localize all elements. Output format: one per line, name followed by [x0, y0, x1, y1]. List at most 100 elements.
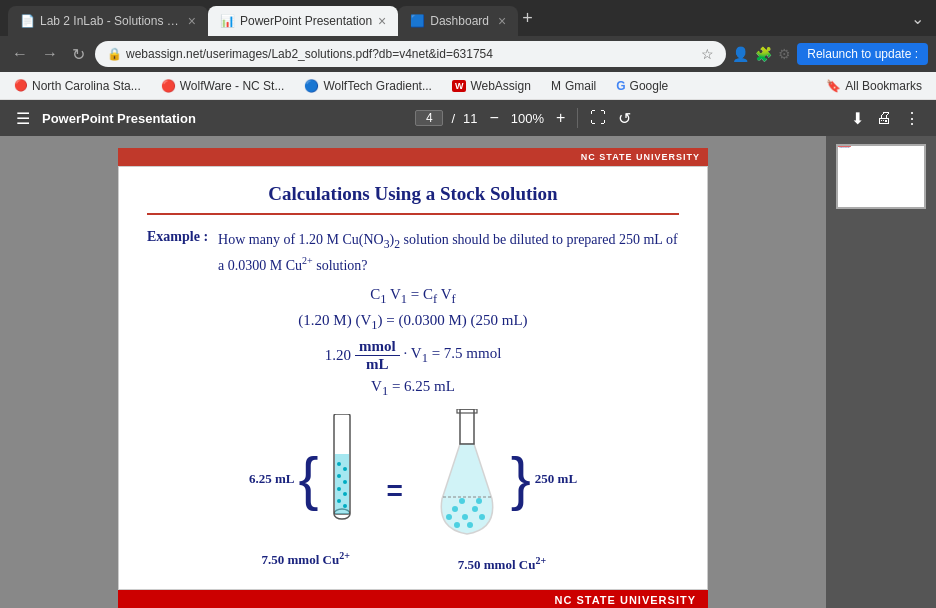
bookmark-wolftech-icon: 🔵 — [304, 79, 319, 93]
zoom-level: 100% — [511, 111, 544, 126]
right-diagram-brace-group: } 250 mL — [427, 409, 577, 549]
test-tube-svg — [322, 414, 362, 544]
tab-dashboard-icon: 🟦 — [410, 14, 424, 28]
slide-body: Calculations Using a Stock Solution Exam… — [118, 166, 708, 590]
relaunch-button[interactable]: Relaunch to update : — [797, 43, 928, 65]
svg-point-19 — [479, 514, 485, 520]
left-diagram-brace-group: 6.25 mL { — [249, 414, 363, 544]
back-button[interactable]: ← — [8, 43, 32, 65]
svg-point-3 — [337, 462, 341, 466]
bookmark-nc-state-icon: 🔴 — [14, 79, 28, 92]
svg-point-8 — [343, 492, 347, 496]
left-volume-label: 6.25 mL — [249, 471, 295, 487]
menu-button[interactable]: ☰ — [16, 109, 30, 128]
tab-bar-right: ⌄ — [907, 5, 928, 32]
right-mmol-label: 7.50 mmol Cu2+ — [458, 555, 546, 573]
svg-point-7 — [337, 487, 341, 491]
bookmark-all[interactable]: 🔖 All Bookmarks — [820, 77, 928, 95]
viewer-toolbar: ☰ PowerPoint Presentation / 11 − 100% + … — [0, 100, 936, 136]
download-button[interactable]: ⬇ — [851, 109, 864, 128]
bookmark-wolftech[interactable]: 🔵 WolfTech Gradient... — [298, 77, 438, 95]
svg-point-17 — [476, 498, 482, 504]
tab-ppt[interactable]: 📊 PowerPoint Presentation × — [208, 6, 398, 36]
profile-icon[interactable]: 👤 — [732, 46, 749, 62]
bookmark-wolfware-label: WolfWare - NC St... — [180, 79, 285, 93]
tab-lab2-close[interactable]: × — [188, 13, 196, 29]
bookmark-nc-state-label: North Carolina Sta... — [32, 79, 141, 93]
toolbar-divider — [577, 108, 578, 128]
diagram-area: 6.25 mL { — [147, 409, 679, 573]
svg-point-6 — [343, 480, 347, 484]
bookmark-webassign[interactable]: W WebAssign — [446, 77, 537, 95]
svg-point-15 — [472, 506, 478, 512]
lock-icon: 🔒 — [107, 47, 122, 61]
bookmark-google-label: Google — [630, 79, 669, 93]
flask-svg — [427, 409, 507, 549]
eq3-suffix: · V1 = 7.5 mmol — [404, 345, 502, 366]
example-row: Example : How many of 1.20 M Cu(NO3)2 so… — [147, 229, 679, 276]
tab-lab2-label: Lab 2 InLab - Solutions and S... — [40, 14, 182, 28]
right-diagram: } 250 mL 7.50 mmol Cu2+ — [427, 409, 577, 573]
more-button[interactable]: ⋮ — [904, 109, 920, 128]
browser-chrome: 📄 Lab 2 InLab - Solutions and S... × 📊 P… — [0, 0, 936, 100]
top-red-bar: NC STATE UNIVERSITY — [118, 148, 708, 166]
tab-lab2[interactable]: 📄 Lab 2 InLab - Solutions and S... × — [8, 6, 208, 36]
tab-overflow-button[interactable]: ⌄ — [907, 5, 928, 32]
slide-title: Calculations Using a Stock Solution — [147, 183, 679, 215]
settings-icon[interactable]: ⚙ — [778, 46, 791, 62]
top-banner-text: NC STATE UNIVERSITY — [581, 152, 700, 162]
svg-point-5 — [337, 474, 341, 478]
address-bar[interactable]: 🔒 webassign.net/userimages/Lab2_solution… — [95, 41, 726, 67]
zoom-out-button[interactable]: − — [490, 109, 499, 127]
eq1: C1 V1 = Cf Vf — [147, 286, 679, 307]
tab-dashboard[interactable]: 🟦 Dashboard × — [398, 6, 518, 36]
bookmark-icon: 🔖 — [826, 79, 841, 93]
bookmark-all-label: All Bookmarks — [845, 79, 922, 93]
extension-icon[interactable]: 🧩 — [755, 46, 772, 62]
eq3-denominator: mL — [362, 356, 393, 373]
bookmark-wolftech-label: WolfTech Gradient... — [323, 79, 432, 93]
page-total: 11 — [463, 111, 477, 126]
bookmark-wolfware[interactable]: 🔴 WolfWare - NC St... — [155, 77, 291, 95]
address-bar-icons: ☆ — [701, 46, 714, 62]
svg-rect-11 — [460, 409, 474, 444]
forward-button[interactable]: → — [38, 43, 62, 65]
tab-ppt-close[interactable]: × — [378, 13, 386, 29]
rotate-button[interactable]: ↺ — [618, 109, 631, 128]
thumbnail-panel: Calculations Using a Stock Solution — [826, 136, 936, 608]
example-label: Example : — [147, 229, 208, 245]
bookmark-google-icon: G — [616, 79, 625, 93]
bookmark-nc-state[interactable]: 🔴 North Carolina Sta... — [8, 77, 147, 95]
tab-ppt-label: PowerPoint Presentation — [240, 14, 372, 28]
bookmark-gmail[interactable]: M Gmail — [545, 77, 602, 95]
eq3-numerator: mmol — [355, 338, 400, 356]
print-button[interactable]: 🖨 — [876, 109, 892, 127]
page-controls: / 11 — [415, 110, 477, 126]
svg-point-4 — [343, 467, 347, 471]
svg-point-13 — [452, 506, 458, 512]
slide-area: NC STATE UNIVERSITY Calculations Using a… — [0, 136, 826, 608]
tab-dashboard-label: Dashboard — [430, 14, 492, 28]
thumbnail[interactable]: Calculations Using a Stock Solution — [836, 144, 926, 209]
svg-rect-2 — [335, 454, 349, 514]
tab-dashboard-close[interactable]: × — [498, 13, 506, 29]
zoom-in-button[interactable]: + — [556, 109, 565, 127]
slide-wrapper: NC STATE UNIVERSITY Calculations Using a… — [118, 148, 708, 608]
fullscreen-button[interactable]: ⛶ — [590, 109, 606, 127]
address-bar-row: ← → ↻ 🔒 webassign.net/userimages/Lab2_so… — [0, 36, 936, 72]
bookmark-gmail-icon: M — [551, 79, 561, 93]
page-input[interactable] — [415, 110, 443, 126]
left-mmol-label: 7.50 mmol Cu2+ — [261, 550, 349, 568]
content-area: NC STATE UNIVERSITY Calculations Using a… — [0, 136, 936, 608]
svg-point-10 — [343, 504, 347, 508]
eq3: 1.20 mmol mL · V1 = 7.5 mmol — [147, 338, 679, 373]
svg-point-16 — [459, 498, 465, 504]
equations: C1 V1 = Cf Vf (1.20 M) (V1) = (0.0300 M)… — [147, 286, 679, 399]
bookmark-google[interactable]: G Google — [610, 77, 674, 95]
svg-point-9 — [337, 499, 341, 503]
reload-button[interactable]: ↻ — [68, 43, 89, 66]
bookmark-gmail-label: Gmail — [565, 79, 596, 93]
new-tab-button[interactable]: + — [522, 8, 533, 29]
bookmark-star-icon[interactable]: ☆ — [701, 46, 714, 62]
eq3-prefix: 1.20 — [325, 347, 351, 364]
